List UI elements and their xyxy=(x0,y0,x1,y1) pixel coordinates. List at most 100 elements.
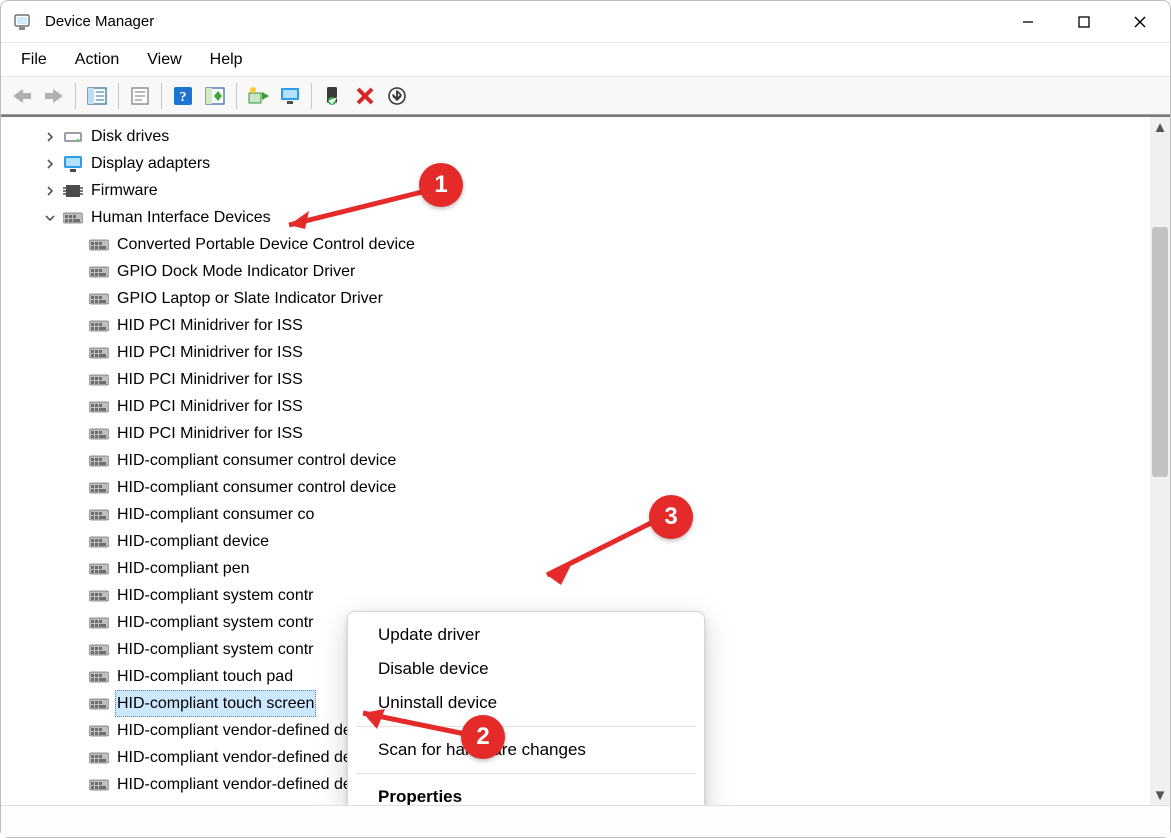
context-menu: Update driver Disable device Uninstall d… xyxy=(347,611,705,805)
toolbar-update-driver[interactable] xyxy=(243,81,273,111)
device-row[interactable]: HID PCI Minidriver for ISS xyxy=(13,420,1154,447)
toolbar-help[interactable]: ? xyxy=(168,81,198,111)
expand-icon[interactable] xyxy=(41,155,59,173)
device-row[interactable]: HID-compliant system contr xyxy=(13,582,1154,609)
category-label: Firmware xyxy=(89,177,160,204)
device-label: HID-compliant system contr xyxy=(115,582,316,609)
device-label: HID PCI Minidriver for ISS xyxy=(115,393,305,420)
scroll-up-icon[interactable]: ▲ xyxy=(1150,117,1170,137)
toolbar-uninstall[interactable] xyxy=(350,81,380,111)
device-label: Converted Portable Device Control device xyxy=(115,231,417,258)
category-display[interactable]: Display adapters xyxy=(13,150,1154,177)
device-label: HID-compliant consumer control device xyxy=(115,474,398,501)
hid-device-icon xyxy=(89,613,109,633)
device-row[interactable]: HID PCI Minidriver for ISS xyxy=(13,393,1154,420)
ctx-update-driver[interactable]: Update driver xyxy=(348,618,704,652)
category-disk[interactable]: Disk drives xyxy=(13,123,1154,150)
toolbar-enable[interactable] xyxy=(318,81,348,111)
annotation-badge-1: 1 xyxy=(419,163,463,207)
expand-icon[interactable] xyxy=(41,182,59,200)
menu-view[interactable]: View xyxy=(133,47,195,73)
menu-help[interactable]: Help xyxy=(196,47,257,73)
device-label: HID-compliant vendor-defined device xyxy=(115,771,382,798)
hid-device-icon xyxy=(89,289,109,309)
toolbar-back[interactable] xyxy=(7,81,37,111)
category-firmware[interactable]: Firmware xyxy=(13,177,1154,204)
toolbar-show-hidden[interactable] xyxy=(200,81,230,111)
annotation-badge-2: 2 xyxy=(461,715,505,759)
svg-text:?: ? xyxy=(180,90,187,105)
toolbar: ? xyxy=(1,77,1170,115)
device-row[interactable]: GPIO Laptop or Slate Indicator Driver xyxy=(13,285,1154,312)
ctx-separator-1 xyxy=(356,726,696,727)
vertical-scrollbar[interactable]: ▲ ▼ xyxy=(1150,117,1170,805)
app-icon xyxy=(11,10,35,34)
device-label: HID PCI Minidriver for ISS xyxy=(115,339,305,366)
ctx-disable-device[interactable]: Disable device xyxy=(348,652,704,686)
hid-device-icon xyxy=(89,640,109,660)
device-label: HID-compliant consumer co xyxy=(115,501,316,528)
firmware-icon xyxy=(63,181,83,201)
device-row[interactable]: HID-compliant consumer control device xyxy=(13,474,1154,501)
ctx-uninstall-device[interactable]: Uninstall device xyxy=(348,686,704,720)
toolbar-properties[interactable] xyxy=(125,81,155,111)
device-row[interactable]: GPIO Dock Mode Indicator Driver xyxy=(13,258,1154,285)
hid-device-icon xyxy=(89,775,109,795)
hid-device-icon xyxy=(89,478,109,498)
ctx-separator-2 xyxy=(356,773,696,774)
annotation-badge-3: 3 xyxy=(649,495,693,539)
ctx-scan-hardware[interactable]: Scan for hardware changes xyxy=(348,733,704,767)
window-controls xyxy=(1000,1,1168,42)
menu-action[interactable]: Action xyxy=(61,47,133,73)
scroll-down-icon[interactable]: ▼ xyxy=(1150,785,1170,805)
toolbar-monitor[interactable] xyxy=(275,81,305,111)
status-bar xyxy=(1,805,1170,837)
hid-device-icon xyxy=(89,262,109,282)
window-title: Device Manager xyxy=(45,13,1000,30)
device-row[interactable]: HID PCI Minidriver for ISS xyxy=(13,312,1154,339)
device-row[interactable]: Converted Portable Device Control device xyxy=(13,231,1154,258)
hid-device-icon xyxy=(89,451,109,471)
hid-device-icon xyxy=(89,748,109,768)
device-row[interactable]: HID-compliant consumer control device xyxy=(13,447,1154,474)
ctx-properties[interactable]: Properties xyxy=(348,780,704,805)
device-label: HID-compliant device xyxy=(115,528,271,555)
device-row[interactable]: HID-compliant consumer co xyxy=(13,501,1154,528)
display-icon xyxy=(63,154,83,174)
device-label: HID-compliant consumer control device xyxy=(115,447,398,474)
device-row[interactable]: HID-compliant pen xyxy=(13,555,1154,582)
category-label: Display adapters xyxy=(89,150,212,177)
maximize-button[interactable] xyxy=(1056,1,1112,42)
toolbar-scan[interactable] xyxy=(382,81,412,111)
device-label: HID-compliant vendor-defined device xyxy=(115,744,382,771)
device-row[interactable]: HID PCI Minidriver for ISS xyxy=(13,366,1154,393)
menubar: File Action View Help xyxy=(1,43,1170,77)
toolbar-forward[interactable] xyxy=(39,81,69,111)
hid-device-icon xyxy=(89,343,109,363)
expand-icon[interactable] xyxy=(41,209,59,227)
scroll-thumb[interactable] xyxy=(1152,227,1168,477)
hid-device-icon xyxy=(89,505,109,525)
device-label: HID-compliant system contr xyxy=(115,609,316,636)
device-label: HID PCI Minidriver for ISS xyxy=(115,312,305,339)
device-label: GPIO Laptop or Slate Indicator Driver xyxy=(115,285,385,312)
hid-device-icon xyxy=(89,370,109,390)
close-button[interactable] xyxy=(1112,1,1168,42)
toolbar-show-hide-tree[interactable] xyxy=(82,81,112,111)
minimize-button[interactable] xyxy=(1000,1,1056,42)
content-area: Disk drivesDisplay adaptersFirmwareHuman… xyxy=(1,115,1170,805)
device-label: HID-compliant touch screen xyxy=(115,690,316,717)
hid-device-icon xyxy=(89,235,109,255)
device-row[interactable]: HID PCI Minidriver for ISS xyxy=(13,339,1154,366)
device-label: HID-compliant pen xyxy=(115,555,252,582)
hid-device-icon xyxy=(89,424,109,444)
category-hid[interactable]: Human Interface Devices xyxy=(13,204,1154,231)
device-row[interactable]: HID-compliant device xyxy=(13,528,1154,555)
expand-icon[interactable] xyxy=(41,128,59,146)
device-label: HID-compliant system contr xyxy=(115,636,316,663)
menu-file[interactable]: File xyxy=(7,47,61,73)
disk-icon xyxy=(63,127,83,147)
device-label: HID PCI Minidriver for ISS xyxy=(115,420,305,447)
hid-device-icon xyxy=(89,721,109,741)
titlebar: Device Manager xyxy=(1,1,1170,43)
